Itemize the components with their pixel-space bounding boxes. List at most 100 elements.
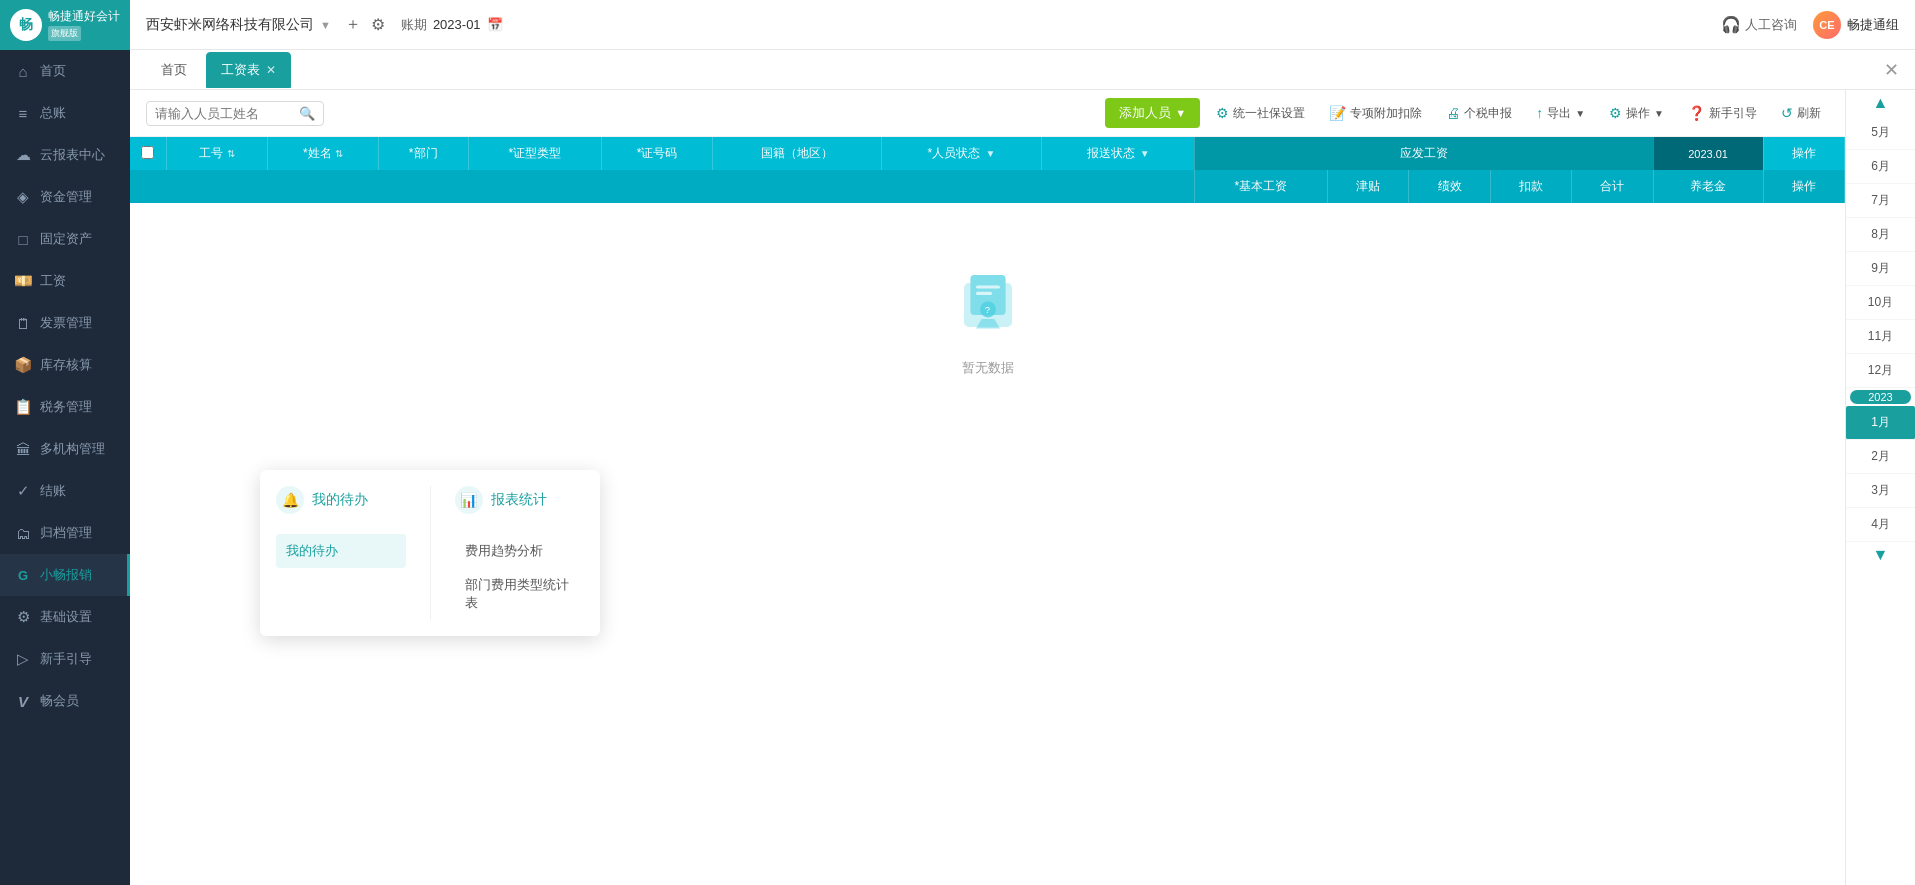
- sidebar-item-archive[interactable]: 🗂 归档管理: [0, 512, 130, 554]
- tab-close-icon[interactable]: ✕: [266, 63, 276, 77]
- sort-no-icon[interactable]: ⇅: [227, 148, 235, 159]
- add-dropdown-icon: ▼: [1175, 107, 1186, 119]
- sidebar-item-multi-org[interactable]: 🏛 多机构管理: [0, 428, 130, 470]
- th-deduct: 扣款: [1490, 170, 1571, 203]
- sort-name-icon[interactable]: ⇅: [335, 148, 343, 159]
- username-label: 畅捷通组: [1847, 16, 1899, 34]
- sidebar-label-checkout: 结账: [40, 482, 66, 500]
- th-total: 合计: [1572, 170, 1653, 203]
- search-icon[interactable]: 🔍: [299, 106, 315, 121]
- sidebar-item-fixed-assets[interactable]: □ 固定资产: [0, 218, 130, 260]
- month-item-9[interactable]: 9月: [1846, 252, 1915, 286]
- user-menu[interactable]: CE 畅捷通组: [1813, 11, 1899, 39]
- sidebar-item-checkout[interactable]: ✓ 结账: [0, 470, 130, 512]
- logo-tag: 旗舰版: [48, 26, 81, 41]
- sidebar-item-basic[interactable]: ⚙ 基础设置: [0, 596, 130, 638]
- period-selector: 账期 2023-01 📅: [401, 16, 503, 34]
- th-pension: 养老金: [1653, 170, 1763, 203]
- report-header-icon: 📊: [455, 486, 483, 514]
- sidebar-item-member[interactable]: V 畅会员: [0, 680, 130, 722]
- member-icon: V: [14, 693, 32, 710]
- svg-text:?: ?: [984, 304, 989, 315]
- sidebar-item-home[interactable]: ⌂ 首页: [0, 50, 130, 92]
- sidebar-item-inventory[interactable]: 📦 库存核算: [0, 344, 130, 386]
- sidebar-item-xiaochang[interactable]: G 小畅报销: [0, 554, 130, 596]
- svg-rect-3: [976, 292, 992, 295]
- sidebar-item-salary[interactable]: 💴 工资: [0, 260, 130, 302]
- month-item-3[interactable]: 3月: [1846, 474, 1915, 508]
- month-item-5[interactable]: 5月: [1846, 116, 1915, 150]
- social-insurance-button[interactable]: ⚙ 统一社保设置: [1208, 101, 1313, 126]
- report-filter-icon[interactable]: ▼: [1140, 148, 1150, 159]
- guide-button[interactable]: ❓ 新手引导: [1680, 101, 1765, 126]
- export-button[interactable]: ↑ 导出 ▼: [1528, 101, 1593, 126]
- month-item-8[interactable]: 8月: [1846, 218, 1915, 252]
- status-filter-icon[interactable]: ▼: [986, 148, 996, 159]
- calendar-icon[interactable]: 📅: [487, 17, 503, 32]
- sidebar-label-guide: 新手引导: [40, 650, 92, 668]
- ops-button[interactable]: ⚙ 操作 ▼: [1601, 101, 1672, 126]
- month-item-10[interactable]: 10月: [1846, 286, 1915, 320]
- th-allowance: 津贴: [1328, 170, 1409, 203]
- month-nav-down[interactable]: ▼: [1846, 542, 1915, 568]
- month-item-6[interactable]: 6月: [1846, 150, 1915, 184]
- year-tag-2023: 2023: [1850, 390, 1911, 404]
- tax-report-button[interactable]: 🖨 个税申报: [1438, 101, 1520, 126]
- sidebar-label-ledger: 总账: [40, 104, 66, 122]
- export-icon: ↑: [1536, 105, 1543, 121]
- month-item-7[interactable]: 7月: [1846, 184, 1915, 218]
- th-base: *基本工资: [1194, 170, 1327, 203]
- special-deduct-button[interactable]: 📝 专项附加扣除: [1321, 101, 1430, 126]
- tab-home[interactable]: 首页: [146, 52, 202, 88]
- sidebar-item-tax[interactable]: 📋 税务管理: [0, 386, 130, 428]
- sidebar-logo: 畅 畅捷通好会计 旗舰版: [0, 0, 130, 50]
- month-item-1[interactable]: 1月: [1846, 406, 1915, 440]
- add-company-button[interactable]: ＋: [345, 14, 361, 35]
- dropdown-section: 🔔 我的待办 我的待办 📊 报表统计 费用趋势分析: [276, 486, 584, 620]
- export-arrow-icon: ▼: [1575, 108, 1585, 119]
- th-actions: 操作: [1763, 137, 1844, 170]
- period-label: 账期: [401, 16, 427, 34]
- sidebar-item-invoice[interactable]: 🗒 发票管理: [0, 302, 130, 344]
- th-salary-group: 应发工资: [1194, 137, 1653, 170]
- dropdown-item-dept-report[interactable]: 部门费用类型统计表: [455, 568, 585, 620]
- refresh-icon: ↺: [1781, 105, 1793, 121]
- salary-icon: 💴: [14, 272, 32, 290]
- th-id-no: *证号码: [601, 137, 713, 170]
- month-nav-up[interactable]: ▲: [1846, 90, 1915, 116]
- sidebar-item-guide[interactable]: ▷ 新手引导: [0, 638, 130, 680]
- company-selector[interactable]: 西安虾米网络科技有限公司 ▼: [146, 16, 331, 34]
- add-employee-label: 添加人员: [1119, 104, 1171, 122]
- salary-table: 工号 ⇅ *姓名 ⇅ *部门 *证型类型 *证号码 国籍（地区）: [130, 137, 1845, 203]
- sidebar-item-ledger[interactable]: ≡ 总账: [0, 92, 130, 134]
- search-input[interactable]: [155, 106, 295, 121]
- add-employee-button[interactable]: 添加人员 ▼: [1105, 98, 1200, 128]
- service-button[interactable]: 🎧 人工咨询: [1721, 15, 1797, 34]
- special-icon: 📝: [1329, 105, 1346, 121]
- month-item-12[interactable]: 12月: [1846, 354, 1915, 388]
- close-all-tabs-icon[interactable]: ✕: [1884, 59, 1899, 81]
- empty-text: 暂无数据: [962, 359, 1014, 377]
- sidebar-item-fund[interactable]: ◈ 资金管理: [0, 176, 130, 218]
- checkout-icon: ✓: [14, 482, 32, 500]
- month-panel: ▲ 5月 6月 7月 8月 9月 10月 11月 12月 2023 1月 2月 …: [1845, 90, 1915, 885]
- salary-toolbar: 🔍 添加人员 ▼ ⚙ 统一社保设置 📝 专项附加扣除: [130, 90, 1845, 137]
- settings-icon[interactable]: ⚙: [371, 15, 385, 34]
- company-dropdown-icon: ▼: [320, 19, 331, 31]
- refresh-button[interactable]: ↺ 刷新: [1773, 101, 1829, 126]
- invoice-icon: 🗒: [14, 315, 32, 332]
- sidebar-label-tax: 税务管理: [40, 398, 92, 416]
- month-item-2[interactable]: 2月: [1846, 440, 1915, 474]
- dropdown-item-cost-trend[interactable]: 费用趋势分析: [455, 534, 585, 568]
- sidebar-label-cloud: 云报表中心: [40, 146, 105, 164]
- month-item-11[interactable]: 11月: [1846, 320, 1915, 354]
- dropdown-item-todo[interactable]: 我的待办: [276, 534, 406, 568]
- select-all-checkbox[interactable]: [141, 146, 154, 159]
- headset-icon: 🎧: [1721, 15, 1741, 34]
- tab-salary-label: 工资表: [221, 61, 260, 79]
- month-item-4[interactable]: 4月: [1846, 508, 1915, 542]
- topbar-right: 🎧 人工咨询 CE 畅捷通组: [1721, 11, 1899, 39]
- tab-salary-table[interactable]: 工资表 ✕: [206, 52, 291, 88]
- sidebar-label-member: 畅会员: [40, 692, 79, 710]
- sidebar-item-cloud[interactable]: ☁ 云报表中心: [0, 134, 130, 176]
